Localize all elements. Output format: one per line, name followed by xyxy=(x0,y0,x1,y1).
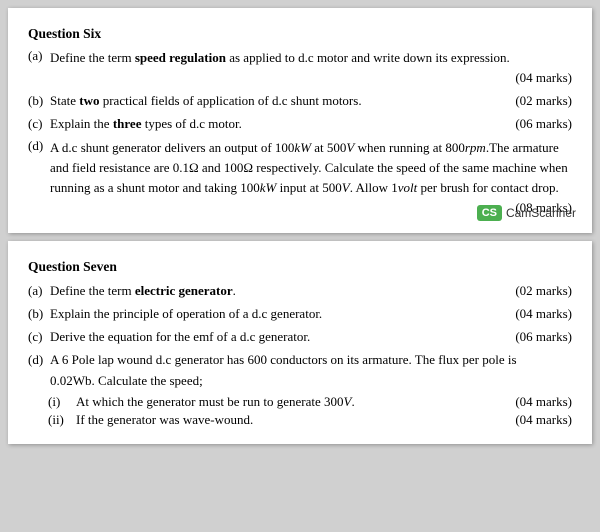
question-seven-a: (a) Define the term electric generator. … xyxy=(28,281,572,301)
marks-7dii: (04 marks) xyxy=(500,412,572,428)
label-7a: (a) xyxy=(28,281,50,301)
question-seven-c: (c) Derive the equation for the emf of a… xyxy=(28,327,572,347)
page-1: Question Six (a) Define the term speed r… xyxy=(8,8,592,233)
bold-speed-regulation: speed regulation xyxy=(135,50,226,65)
content-7dii: If the generator was wave-wound. (04 mar… xyxy=(76,412,572,428)
text-7a: Define the term electric generator. xyxy=(50,281,500,301)
label-b: (b) xyxy=(28,91,50,111)
text-7dii: If the generator was wave-wound. xyxy=(76,412,500,428)
content-7c: Derive the equation for the emf of a d.c… xyxy=(50,327,572,347)
marks-7b: (04 marks) xyxy=(500,304,572,324)
question-six-title: Question Six xyxy=(28,26,572,42)
label-7c: (c) xyxy=(28,327,50,347)
text-7d: A 6 Pole lap wound d.c generator has 600… xyxy=(50,350,572,390)
label-a: (a) xyxy=(28,48,50,88)
label-d: (d) xyxy=(28,138,50,216)
content-b: State two practical fields of applicatio… xyxy=(50,91,572,111)
question-six-a: (a) Define the term speed regulation as … xyxy=(28,48,572,88)
content-7b: Explain the principle of operation of a … xyxy=(50,304,572,324)
bold-three: three xyxy=(113,116,142,131)
content-7di: At which the generator must be run to ge… xyxy=(76,394,572,410)
label-7di: (i) xyxy=(48,394,76,410)
marks-7a: (02 marks) xyxy=(500,281,572,301)
content-a: Define the term speed regulation as appl… xyxy=(50,48,572,88)
text-a: Define the term speed regulation as appl… xyxy=(50,48,572,68)
text-c: Explain the three types of d.c motor. xyxy=(50,114,500,134)
content-c: Explain the three types of d.c motor. (0… xyxy=(50,114,572,134)
question-seven-title: Question Seven xyxy=(28,259,572,275)
label-c: (c) xyxy=(28,114,50,134)
question-six-c: (c) Explain the three types of d.c motor… xyxy=(28,114,572,134)
marks-c: (06 marks) xyxy=(500,114,572,134)
text-d: A d.c shunt generator delivers an output… xyxy=(50,138,572,198)
camscanner-badge: CS CamScanner xyxy=(477,205,576,221)
marks-7di: (04 marks) xyxy=(500,394,572,410)
page-2: Question Seven (a) Define the term elect… xyxy=(8,241,592,444)
text-7c: Derive the equation for the emf of a d.c… xyxy=(50,327,500,347)
text-b: State two practical fields of applicatio… xyxy=(50,91,500,111)
question-seven-d-ii: (ii) If the generator was wave-wound. (0… xyxy=(28,412,572,428)
content-7d: A 6 Pole lap wound d.c generator has 600… xyxy=(50,350,572,390)
marks-a: (04 marks) xyxy=(515,68,572,88)
label-7b: (b) xyxy=(28,304,50,324)
bold-two: two xyxy=(79,93,99,108)
label-7dii: (ii) xyxy=(48,412,76,428)
bold-electric-generator: electric generator xyxy=(135,283,233,298)
cs-logo: CS xyxy=(477,205,502,221)
question-six-b: (b) State two practical fields of applic… xyxy=(28,91,572,111)
marks-b: (02 marks) xyxy=(500,91,572,111)
label-7d: (d) xyxy=(28,350,50,390)
text-7b: Explain the principle of operation of a … xyxy=(50,304,500,324)
question-seven-d: (d) A 6 Pole lap wound d.c generator has… xyxy=(28,350,572,390)
text-7di: At which the generator must be run to ge… xyxy=(76,394,500,410)
question-seven-d-i: (i) At which the generator must be run t… xyxy=(28,394,572,410)
cs-label: CamScanner xyxy=(506,206,576,220)
question-seven-b: (b) Explain the principle of operation o… xyxy=(28,304,572,324)
content-7a: Define the term electric generator. (02 … xyxy=(50,281,572,301)
marks-7c: (06 marks) xyxy=(500,327,572,347)
